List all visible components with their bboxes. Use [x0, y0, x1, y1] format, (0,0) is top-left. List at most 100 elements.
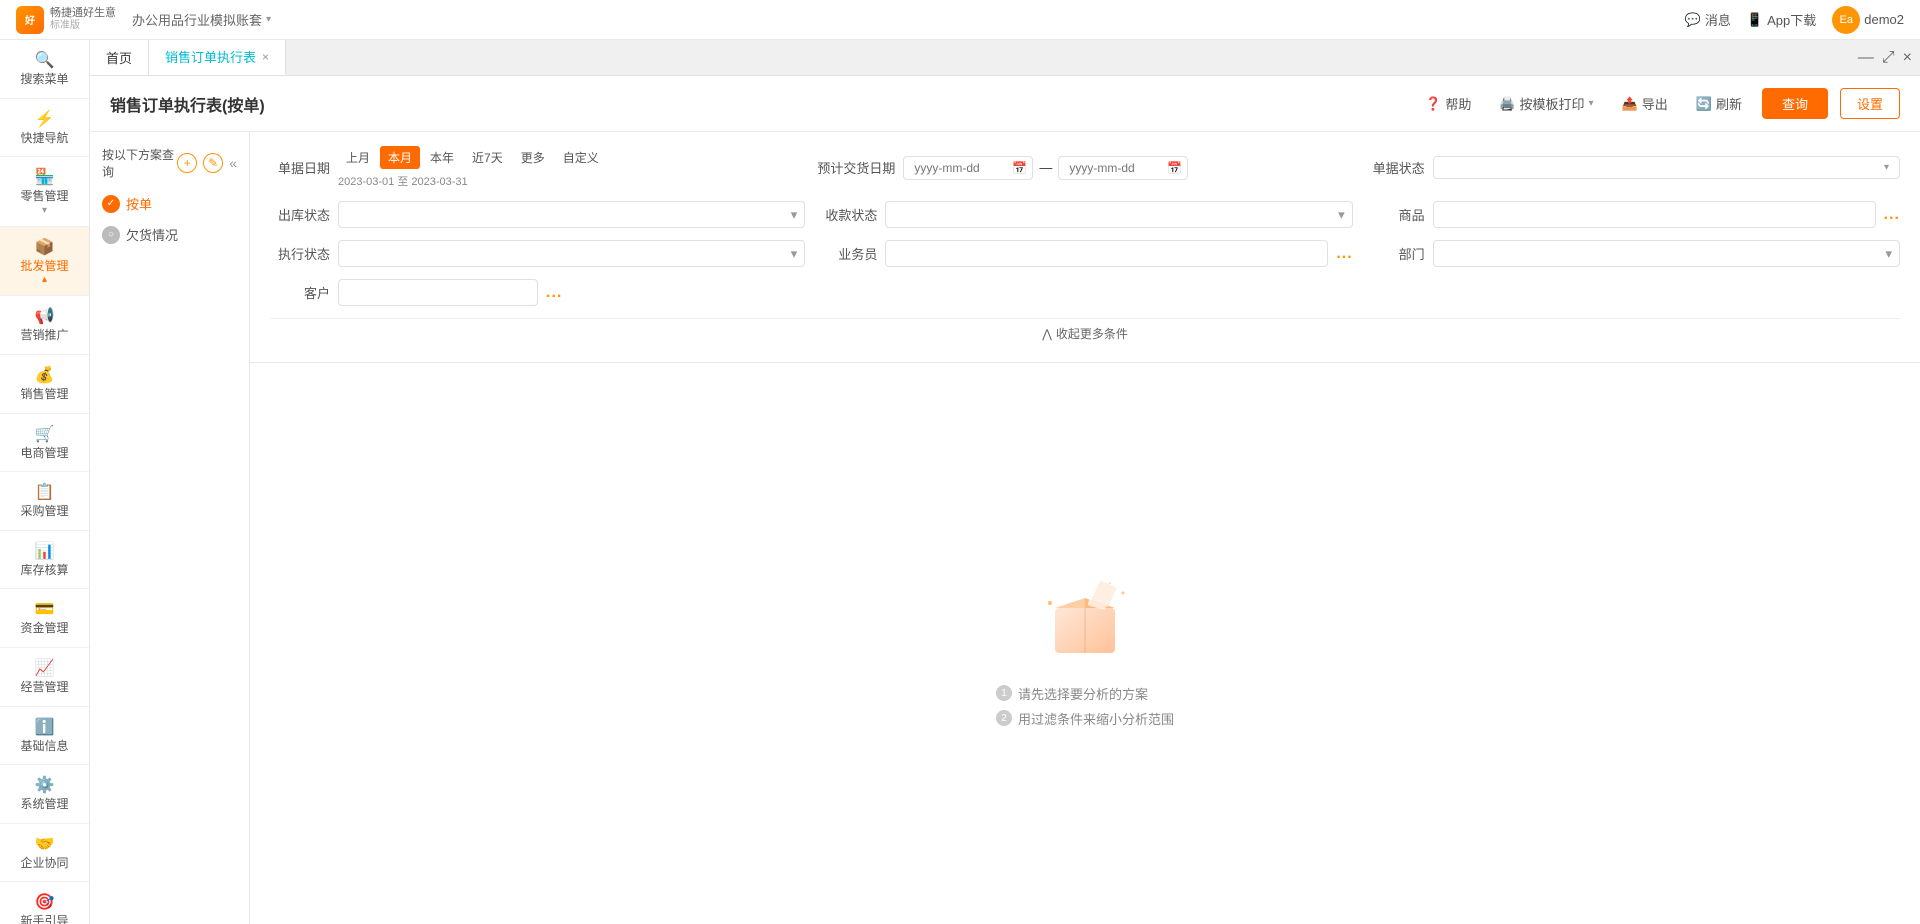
enterprise-icon: 🤝 [35, 834, 55, 854]
tab-sales-exec[interactable]: 销售订单执行表 × [149, 40, 286, 75]
app-download-button[interactable]: 📱 App下载 [1747, 10, 1816, 29]
message-button[interactable]: 💬 消息 [1685, 10, 1731, 29]
download-icon: 📱 [1747, 12, 1763, 28]
sidebar-item-search[interactable]: 🔍 搜索菜单 [0, 40, 89, 99]
date-to-wrapper [1058, 156, 1188, 180]
main-content: 销售订单执行表(按单) ❓ 帮助 🖨️ 按模板打印 ▾ 📤 导出 🔄 刷新 [90, 76, 1920, 924]
query-button[interactable]: 查询 [1762, 88, 1828, 119]
filter-cell-ship: 出库状态 [270, 201, 805, 228]
sidebar-item-operations[interactable]: 📈 经营管理 [0, 648, 89, 707]
refresh-button[interactable]: 🔄 刷新 [1688, 90, 1750, 117]
page-title-actions: ❓ 帮助 🖨️ 按模板打印 ▾ 📤 导出 🔄 刷新 查询 设置 [1417, 88, 1900, 119]
finance-icon: 💳 [35, 599, 55, 619]
sidebar-item-enterprise[interactable]: 🤝 企业协同 [0, 824, 89, 883]
expected-date-label: 预计交货日期 [817, 158, 895, 177]
sidebar-item-retail[interactable]: 🏪 零售管理 ▾ [0, 157, 89, 227]
sidebar-item-label: 批发管理 [20, 259, 68, 275]
department-label: 部门 [1365, 244, 1425, 263]
ship-status-select-wrapper [338, 201, 805, 228]
date-btn-more[interactable]: 更多 [513, 146, 553, 169]
sales-icon: 💰 [35, 365, 55, 385]
plan-item-按单[interactable]: ✓ 按单 [90, 188, 249, 219]
date-filter-block: 上月 本月 本年 近7天 更多 自定义 2023-03-01 至 2023-03… [338, 146, 607, 189]
receipt-status-select-wrapper [885, 201, 1352, 228]
edit-plan-button[interactable]: ✎ [203, 153, 223, 173]
collapse-panel-button[interactable]: « [229, 155, 237, 171]
ship-status-select[interactable] [338, 201, 805, 228]
date-btn-last-month[interactable]: 上月 [338, 146, 378, 169]
sidebar-item-label: 企业协同 [20, 856, 68, 872]
refresh-icon: 🔄 [1696, 96, 1712, 112]
date-btn-current-year[interactable]: 本年 [422, 146, 462, 169]
sidebar-item-ecommerce[interactable]: 🛒 电商管理 [0, 414, 89, 473]
filter-area: 单据日期 上月 本月 本年 近7天 更多 自定义 20 [250, 132, 1920, 363]
tip-num-1: 1 [996, 685, 1012, 701]
date-from-input[interactable] [903, 156, 1033, 180]
filter-cell-product: 商品 ... [1365, 201, 1900, 228]
tab-close-button[interactable]: × [262, 50, 269, 64]
sidebar-item-inventory[interactable]: 📊 库存核算 [0, 531, 89, 590]
status-arrow-icon: ▾ [1884, 162, 1889, 173]
print-button[interactable]: 🖨️ 按模板打印 ▾ [1491, 90, 1601, 117]
tab-home[interactable]: 首页 [90, 40, 149, 75]
filter-cell-department: 部门 [1365, 240, 1900, 267]
sidebar-item-newbie[interactable]: 🎯 新手引导 [0, 882, 89, 924]
edit-icon: ✎ [208, 156, 218, 170]
collapse-more-button[interactable]: ⋀ 收起更多条件 [270, 318, 1900, 348]
date-btn-current-month[interactable]: 本月 [380, 146, 420, 169]
sidebar-item-marketing[interactable]: 📢 营销推广 [0, 296, 89, 355]
tab-bar-actions: — ⤢ × [1850, 40, 1920, 75]
operations-icon: 📈 [35, 658, 55, 678]
search-icon: 🔍 [35, 50, 55, 70]
settings-button[interactable]: 设置 [1840, 88, 1900, 119]
plan-item-欠货情况[interactable]: ○ 欠货情况 [90, 219, 249, 250]
purchase-icon: 📋 [35, 482, 55, 502]
sidebar-item-wholesale[interactable]: 📦 批发管理 ▴ [0, 227, 89, 297]
filter-row-4: 客户 ... [270, 279, 1900, 306]
sidebar-item-label: 系统管理 [20, 797, 68, 813]
ship-status-label: 出库状态 [270, 205, 330, 224]
sidebar-item-system[interactable]: ⚙️ 系统管理 [0, 765, 89, 824]
company-selector[interactable]: 办公用品行业模拟账套 ▾ [124, 6, 279, 33]
status-select[interactable]: ▾ [1433, 156, 1900, 179]
add-plan-button[interactable]: + [177, 153, 197, 173]
customer-ellipsis-button[interactable]: ... [546, 284, 562, 302]
sidebar-item-sales[interactable]: 💰 销售管理 [0, 355, 89, 414]
date-btn-custom[interactable]: 自定义 [555, 146, 607, 169]
tab-maximize-button[interactable]: ⤢ [1882, 49, 1895, 67]
sidebar-item-basics[interactable]: ℹ️ 基础信息 [0, 707, 89, 766]
header-left: 好 畅捷通好生意 标准版 办公用品行业模拟账套 ▾ [16, 6, 279, 34]
product-ellipsis-button[interactable]: ... [1884, 206, 1900, 224]
print-arrow-icon: ▾ [1589, 98, 1594, 109]
company-chevron-icon: ▾ [266, 14, 271, 25]
receipt-status-select[interactable] [885, 201, 1352, 228]
product-input[interactable] [1433, 201, 1876, 228]
collapse-icon: ⋀ [1042, 327, 1052, 341]
department-select[interactable] [1433, 240, 1900, 267]
date-btn-7days[interactable]: 近7天 [464, 146, 511, 169]
left-panel-header: 按以下方案查询 + ✎ « [90, 142, 249, 188]
salesperson-ellipsis-button[interactable]: ... [1336, 245, 1352, 263]
plan-normal-icon: ○ [102, 226, 120, 244]
tab-minimize-button[interactable]: — [1858, 49, 1874, 67]
tab-close-all-button[interactable]: × [1903, 49, 1912, 67]
customer-input[interactable] [338, 279, 538, 306]
page-title-bar: 销售订单执行表(按单) ❓ 帮助 🖨️ 按模板打印 ▾ 📤 导出 🔄 刷新 [90, 76, 1920, 132]
export-button[interactable]: 📤 导出 [1614, 90, 1676, 117]
sidebar-item-finance[interactable]: 💳 资金管理 [0, 589, 89, 648]
empty-illustration [1035, 568, 1135, 668]
date-to-input[interactable] [1058, 156, 1188, 180]
sidebar-item-label: 新手引导 [20, 914, 68, 924]
user-area[interactable]: Ea demo2 [1832, 6, 1904, 34]
exec-status-select[interactable] [338, 240, 805, 267]
wholesale-icon: 📦 [35, 237, 55, 257]
sidebar-item-shortcut[interactable]: ⚡ 快捷导航 [0, 99, 89, 158]
expected-date-group: — [903, 156, 1188, 180]
system-icon: ⚙️ [35, 775, 55, 795]
print-icon: 🖨️ [1499, 96, 1515, 112]
salesperson-input[interactable] [885, 240, 1328, 267]
help-button[interactable]: ❓ 帮助 [1417, 90, 1479, 117]
filter-cell-date: 单据日期 上月 本月 本年 近7天 更多 自定义 20 [270, 146, 805, 189]
sidebar-item-label: 经营管理 [20, 680, 68, 696]
sidebar-item-purchase[interactable]: 📋 采购管理 [0, 472, 89, 531]
